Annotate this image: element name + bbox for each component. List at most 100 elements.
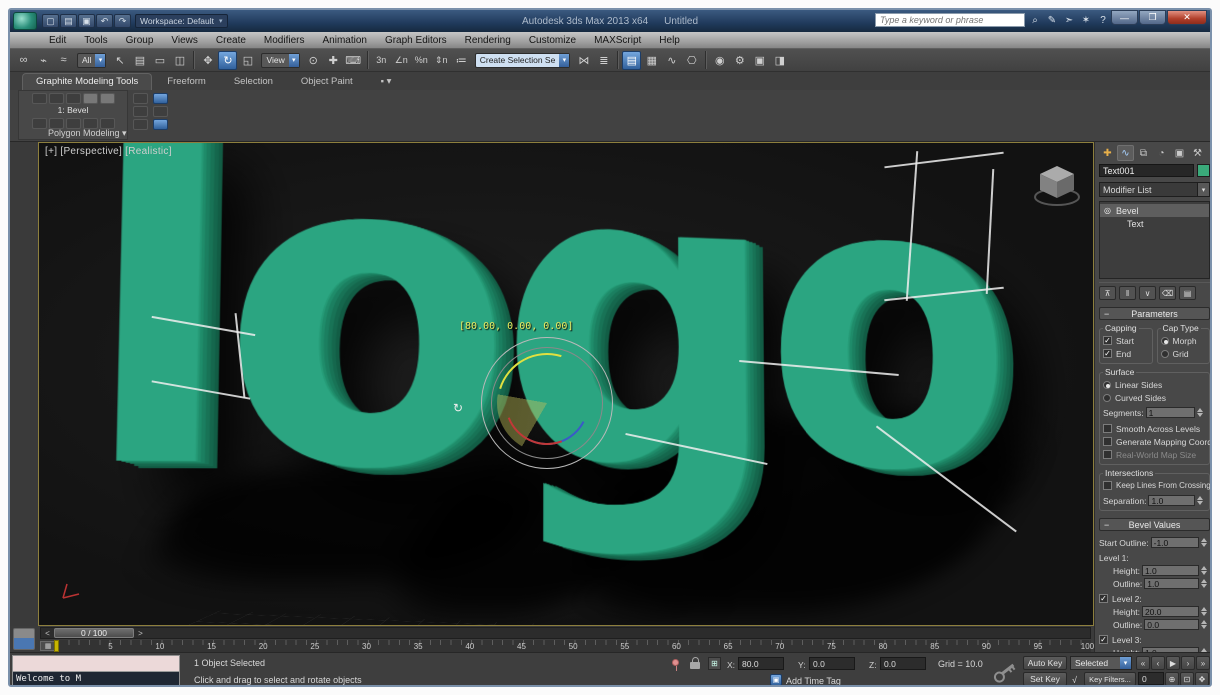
- zoom-extents-icon[interactable]: ⊕: [1165, 672, 1179, 685]
- y-coordinate-field[interactable]: 0.0: [809, 657, 855, 670]
- vertex-mode-icon[interactable]: [31, 93, 47, 104]
- start-checkbox[interactable]: ✓ Start: [1103, 334, 1149, 347]
- current-frame-field[interactable]: 0: [1138, 672, 1164, 685]
- keyable-dropdown[interactable]: Selected ▾: [1070, 656, 1132, 670]
- configure-modifier-sets-icon[interactable]: ▤: [1179, 286, 1196, 300]
- subscription-icon[interactable]: ✎: [1045, 13, 1059, 27]
- app-menu-icon[interactable]: [13, 12, 37, 30]
- x-coordinate-field[interactable]: 80.0: [738, 657, 784, 670]
- ribbon-tab-object-paint[interactable]: Object Paint: [288, 74, 366, 90]
- pm-tool-icon[interactable]: [31, 118, 47, 129]
- next-frame-button[interactable]: ›: [1181, 656, 1195, 670]
- communication-icon[interactable]: ➣: [1062, 13, 1076, 27]
- search-input[interactable]: [875, 13, 1025, 27]
- pm-side-icon[interactable]: [153, 106, 168, 117]
- curved-sides-radio[interactable]: Curved Sides: [1103, 391, 1206, 404]
- polygon-mode-icon[interactable]: [82, 93, 98, 104]
- level2-height-spinner[interactable]: [1201, 606, 1210, 617]
- angle-snap-icon[interactable]: ∠n: [392, 51, 411, 70]
- menu-animation[interactable]: Animation: [313, 32, 375, 48]
- show-end-result-icon[interactable]: ‖: [1119, 286, 1136, 300]
- view-cube[interactable]: [1029, 153, 1085, 214]
- pm-side-icon[interactable]: [133, 119, 148, 130]
- menu-group[interactable]: Group: [117, 32, 163, 48]
- time-tag-icon[interactable]: ▣: [770, 674, 782, 685]
- object-color-swatch[interactable]: [1197, 164, 1210, 177]
- listener-line[interactable]: Welcome to M: [13, 672, 179, 685]
- minimize-button[interactable]: —: [1111, 10, 1138, 25]
- current-frame-marker[interactable]: [54, 640, 59, 652]
- reference-coordinate-dropdown[interactable]: View ▾: [261, 52, 300, 68]
- set-key-filter-icon[interactable]: √: [1072, 675, 1077, 685]
- utilities-tab-icon[interactable]: ⚒: [1189, 145, 1206, 161]
- select-and-manipulate-icon[interactable]: ✚: [324, 51, 343, 70]
- segments-field[interactable]: 1: [1145, 407, 1195, 418]
- grid-radio[interactable]: Grid: [1160, 347, 1207, 360]
- named-selection-sets-dropdown[interactable]: Create Selection Se ▾: [474, 52, 571, 68]
- pin-stack-icon[interactable]: ⊼: [1099, 286, 1116, 300]
- set-key-button[interactable]: Set Key: [1023, 672, 1067, 685]
- rendered-frame-icon[interactable]: ▣: [750, 51, 769, 70]
- unlink-selection-icon[interactable]: ⌁: [34, 51, 53, 70]
- use-pivot-center-icon[interactable]: ⊙: [304, 51, 323, 70]
- level1-outline-spinner[interactable]: [1201, 578, 1210, 589]
- create-tab-icon[interactable]: ✚: [1099, 145, 1116, 161]
- edge-mode-icon[interactable]: [48, 93, 64, 104]
- level2-height-field[interactable]: 20.0: [1141, 606, 1199, 617]
- level2-outline-field[interactable]: 0.0: [1144, 619, 1199, 630]
- selection-filter-dropdown[interactable]: All ▾: [77, 52, 107, 68]
- orbit-icon[interactable]: ↻: [1210, 672, 1212, 686]
- new-file-icon[interactable]: ▢: [42, 14, 59, 28]
- restore-button[interactable]: ❐: [1139, 10, 1166, 25]
- menu-create[interactable]: Create: [207, 32, 255, 48]
- remove-modifier-icon[interactable]: ⌫: [1159, 286, 1176, 300]
- edit-named-sets-icon[interactable]: ≔: [452, 51, 471, 70]
- menu-graph-editors[interactable]: Graph Editors: [376, 32, 456, 48]
- render-setup-icon[interactable]: ⚙: [730, 51, 749, 70]
- start-outline-spinner[interactable]: [1201, 537, 1210, 548]
- prev-frame-arrow[interactable]: <: [41, 628, 54, 638]
- next-frame-arrow[interactable]: >: [134, 628, 147, 638]
- keep-lines-checkbox[interactable]: Keep Lines From Crossing: [1103, 479, 1210, 492]
- menu-rendering[interactable]: Rendering: [456, 32, 520, 48]
- layer-manager-icon[interactable]: ▤: [622, 50, 642, 70]
- separation-spinner[interactable]: [1197, 495, 1206, 506]
- align-icon[interactable]: ≣: [594, 51, 613, 70]
- level2-checkbox[interactable]: ✓ Level 2:: [1099, 592, 1210, 605]
- make-unique-icon[interactable]: ∨: [1139, 286, 1156, 300]
- workspace-dropdown[interactable]: Workspace: Default ▾: [135, 14, 228, 28]
- element-mode-icon[interactable]: [99, 93, 115, 104]
- pm-side-icon-active[interactable]: [153, 93, 168, 104]
- separation-field[interactable]: 1.0: [1148, 495, 1195, 506]
- menu-customize[interactable]: Customize: [520, 32, 585, 48]
- level1-height-field[interactable]: 1.0: [1141, 565, 1199, 576]
- save-file-icon[interactable]: ▣: [78, 14, 95, 28]
- help-icon[interactable]: ?: [1096, 13, 1110, 27]
- select-by-name-icon[interactable]: ▤: [130, 51, 149, 70]
- real-world-map-size-checkbox[interactable]: Real-World Map Size: [1103, 448, 1206, 461]
- material-editor-icon[interactable]: ◉: [710, 51, 729, 70]
- window-crossing-icon[interactable]: ◫: [170, 51, 189, 70]
- level1-outline-field[interactable]: 1.0: [1144, 578, 1199, 589]
- ribbon-toggle-icon[interactable]: ▦: [642, 51, 661, 70]
- previous-frame-button[interactable]: ‹: [1151, 656, 1165, 670]
- select-and-rotate-icon[interactable]: ↻: [218, 50, 238, 70]
- viewport-label[interactable]: [+] [Perspective] [Realistic]: [45, 146, 172, 157]
- menu-tools[interactable]: Tools: [75, 32, 116, 48]
- bevel-values-rollout-header[interactable]: − Bevel Values: [1099, 518, 1210, 531]
- select-and-link-icon[interactable]: ∞: [14, 51, 33, 70]
- select-object-icon[interactable]: ↖: [110, 51, 129, 70]
- ribbon-tab-selection[interactable]: Selection: [221, 74, 286, 90]
- add-time-tag[interactable]: Add Time Tag: [786, 676, 841, 685]
- modify-tab-icon[interactable]: ∿: [1117, 145, 1134, 161]
- menu-maxscript[interactable]: MAXScript: [585, 32, 650, 48]
- viewport[interactable]: logo [80.00, 0.00, 0.00] ↻ [+: [38, 142, 1094, 626]
- time-slider[interactable]: < 0 / 100 >: [40, 627, 1091, 639]
- maxscript-mini-listener[interactable]: Welcome to M: [12, 655, 180, 685]
- level1-height-spinner[interactable]: [1201, 565, 1210, 576]
- modifier-list-dropdown[interactable]: Modifier List ▾: [1099, 182, 1210, 197]
- go-to-end-button[interactable]: »: [1196, 656, 1210, 670]
- auto-key-button[interactable]: Auto Key: [1023, 656, 1067, 670]
- timeline-left-toggle[interactable]: [13, 628, 35, 650]
- percent-snap-icon[interactable]: %n: [412, 51, 431, 70]
